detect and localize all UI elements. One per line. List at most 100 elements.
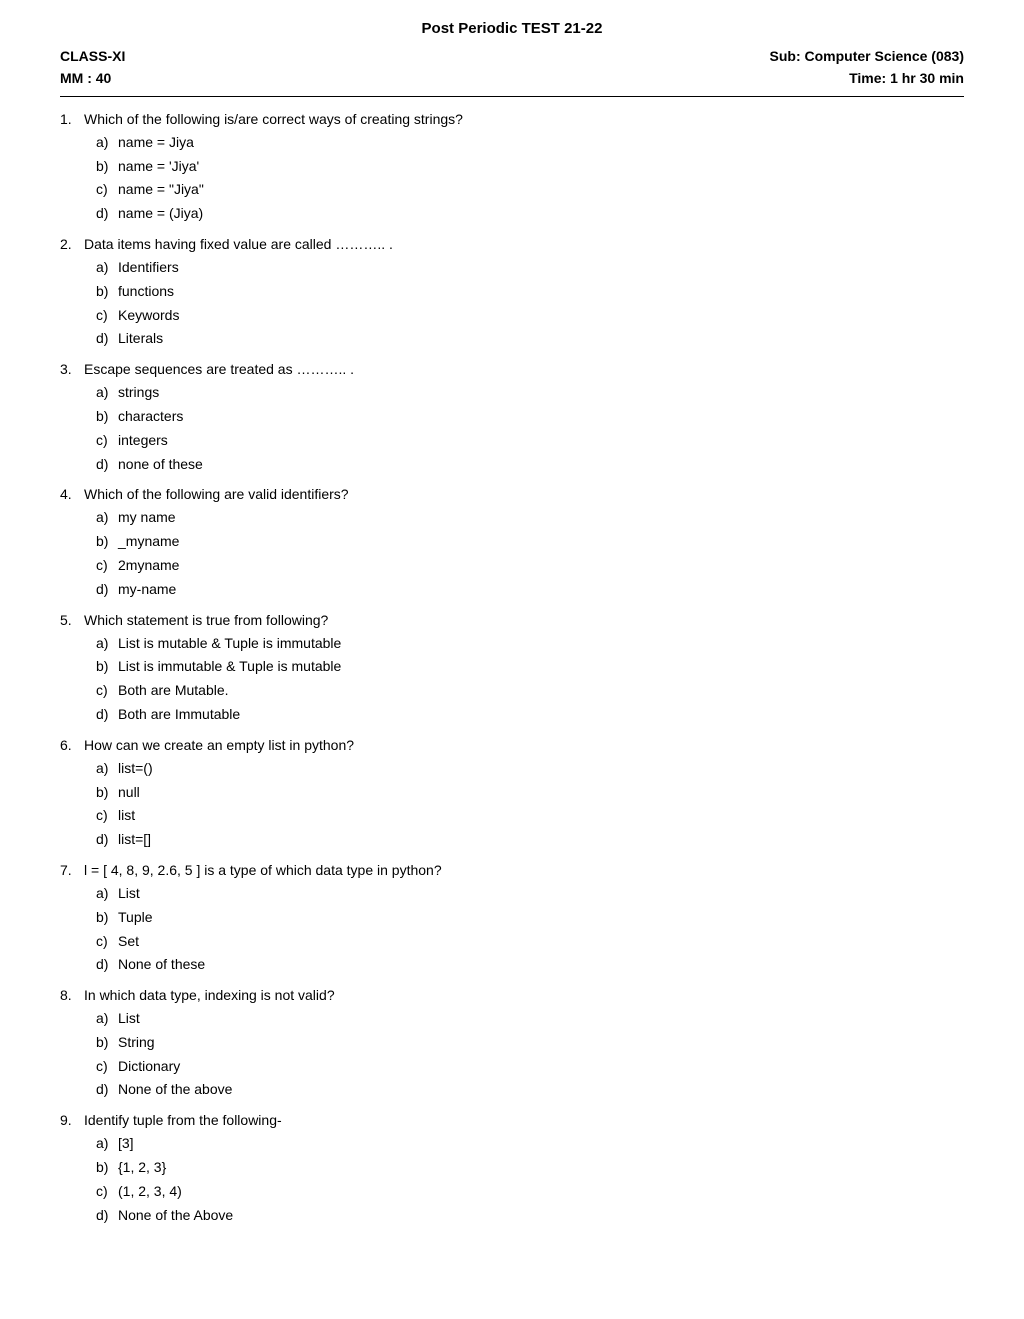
question-6-option-2: b)null: [96, 781, 964, 805]
question-9-option-4: d)None of the Above: [96, 1204, 964, 1228]
question-9-option-1-value: [3]: [118, 1132, 134, 1156]
question-2-option-4-label: d): [96, 327, 114, 351]
question-4-option-3-label: c): [96, 554, 114, 578]
question-2-option-2-value: functions: [118, 280, 174, 304]
question-3-option-4: d)none of these: [96, 453, 964, 477]
question-5-label: Which statement is true from following?: [84, 612, 328, 628]
question-7: 7.l = [ 4, 8, 9, 2.6, 5 ] is a type of w…: [60, 862, 964, 977]
question-6-option-3-value: list: [118, 804, 135, 828]
question-3-option-2-label: b): [96, 405, 114, 429]
question-8-option-4: d)None of the above: [96, 1078, 964, 1102]
question-9-num: 9.: [60, 1112, 80, 1128]
question-8-option-2: b)String: [96, 1031, 964, 1055]
question-8-num: 8.: [60, 987, 80, 1003]
question-1: 1.Which of the following is/are correct …: [60, 111, 964, 226]
question-9-option-2-label: b): [96, 1156, 114, 1180]
question-7-text: 7.l = [ 4, 8, 9, 2.6, 5 ] is a type of w…: [60, 862, 964, 878]
question-8-option-3-label: c): [96, 1055, 114, 1079]
header-left: CLASS-XI MM : 40: [60, 45, 125, 90]
question-1-option-4-value: name = (Jiya): [118, 202, 203, 226]
question-7-option-2-value: Tuple: [118, 906, 153, 930]
question-5-option-3: c)Both are Mutable.: [96, 679, 964, 703]
question-8-option-4-value: None of the above: [118, 1078, 232, 1102]
question-6-option-1-label: a): [96, 757, 114, 781]
question-7-num: 7.: [60, 862, 80, 878]
question-3-option-1: a)strings: [96, 381, 964, 405]
question-1-option-1-value: name = Jiya: [118, 131, 194, 155]
question-1-option-2-label: b): [96, 155, 114, 179]
question-9-option-4-value: None of the Above: [118, 1204, 233, 1228]
question-7-options: a)Listb)Tuplec)Setd)None of these: [96, 882, 964, 977]
question-9-label: Identify tuple from the following-: [84, 1112, 282, 1128]
question-6-option-3-label: c): [96, 804, 114, 828]
question-4-option-1-value: my name: [118, 506, 176, 530]
question-5: 5.Which statement is true from following…: [60, 612, 964, 727]
question-6-label: How can we create an empty list in pytho…: [84, 737, 354, 753]
question-2-option-1-label: a): [96, 256, 114, 280]
question-1-option-2: b)name = 'Jiya': [96, 155, 964, 179]
class-label: CLASS-XI: [60, 45, 125, 67]
question-4-option-1-label: a): [96, 506, 114, 530]
question-4-option-3: c)2myname: [96, 554, 964, 578]
question-4-option-1: a)my name: [96, 506, 964, 530]
question-2-text: 2.Data items having fixed value are call…: [60, 236, 964, 252]
question-8-option-1-value: List: [118, 1007, 140, 1031]
question-4-options: a)my nameb)_mynamec)2mynamed)my-name: [96, 506, 964, 601]
question-2-option-4: d)Literals: [96, 327, 964, 351]
question-9-option-1-label: a): [96, 1132, 114, 1156]
header-divider: [60, 96, 964, 97]
question-9-option-3-label: c): [96, 1180, 114, 1204]
question-3-option-4-label: d): [96, 453, 114, 477]
question-4-label: Which of the following are valid identif…: [84, 486, 349, 502]
question-4-text: 4.Which of the following are valid ident…: [60, 486, 964, 502]
question-8-option-2-label: b): [96, 1031, 114, 1055]
question-4-option-4-value: my-name: [118, 578, 176, 602]
question-5-option-1-value: List is mutable & Tuple is immutable: [118, 632, 341, 656]
question-5-option-1-label: a): [96, 632, 114, 656]
question-6-option-4-label: d): [96, 828, 114, 852]
question-2-option-3-value: Keywords: [118, 304, 179, 328]
question-1-option-1: a)name = Jiya: [96, 131, 964, 155]
question-1-option-3-label: c): [96, 178, 114, 202]
question-9: 9.Identify tuple from the following-a)[3…: [60, 1112, 964, 1227]
questions-container: 1.Which of the following is/are correct …: [60, 111, 964, 1228]
question-5-option-3-label: c): [96, 679, 114, 703]
question-3: 3.Escape sequences are treated as ……….. …: [60, 361, 964, 476]
question-6-option-1: a)list=(): [96, 757, 964, 781]
question-3-text: 3.Escape sequences are treated as ……….. …: [60, 361, 964, 377]
question-9-option-3-value: (1, 2, 3, 4): [118, 1180, 182, 1204]
question-5-option-2-label: b): [96, 655, 114, 679]
question-9-option-2-value: {1, 2, 3}: [118, 1156, 166, 1180]
question-1-option-3-value: name = "Jiya": [118, 178, 204, 202]
question-3-num: 3.: [60, 361, 80, 377]
question-1-option-1-label: a): [96, 131, 114, 155]
question-4-option-4: d)my-name: [96, 578, 964, 602]
question-4: 4.Which of the following are valid ident…: [60, 486, 964, 601]
question-5-option-2-value: List is immutable & Tuple is mutable: [118, 655, 341, 679]
question-6-option-2-label: b): [96, 781, 114, 805]
question-2-option-1-value: Identifiers: [118, 256, 179, 280]
question-7-option-4-label: d): [96, 953, 114, 977]
question-5-option-4-value: Both are Immutable: [118, 703, 240, 727]
question-3-option-3: c)integers: [96, 429, 964, 453]
question-3-option-3-value: integers: [118, 429, 168, 453]
question-8-option-4-label: d): [96, 1078, 114, 1102]
subject-label: Sub: Computer Science (083): [770, 45, 965, 67]
question-5-option-1: a)List is mutable & Tuple is immutable: [96, 632, 964, 656]
question-3-option-3-label: c): [96, 429, 114, 453]
question-7-option-1-label: a): [96, 882, 114, 906]
question-7-option-3-label: c): [96, 930, 114, 954]
question-8-label: In which data type, indexing is not vali…: [84, 987, 335, 1003]
question-7-label: l = [ 4, 8, 9, 2.6, 5 ] is a type of whi…: [84, 862, 442, 878]
question-1-label: Which of the following is/are correct wa…: [84, 111, 463, 127]
question-4-option-4-label: d): [96, 578, 114, 602]
question-2-option-4-value: Literals: [118, 327, 163, 351]
question-2-option-3: c)Keywords: [96, 304, 964, 328]
question-2-option-2: b)functions: [96, 280, 964, 304]
question-5-option-2: b)List is immutable & Tuple is mutable: [96, 655, 964, 679]
question-9-option-1: a)[3]: [96, 1132, 964, 1156]
question-4-option-2-label: b): [96, 530, 114, 554]
question-1-option-4: d)name = (Jiya): [96, 202, 964, 226]
question-6-option-4-value: list=[]: [118, 828, 151, 852]
question-6-option-3: c)list: [96, 804, 964, 828]
